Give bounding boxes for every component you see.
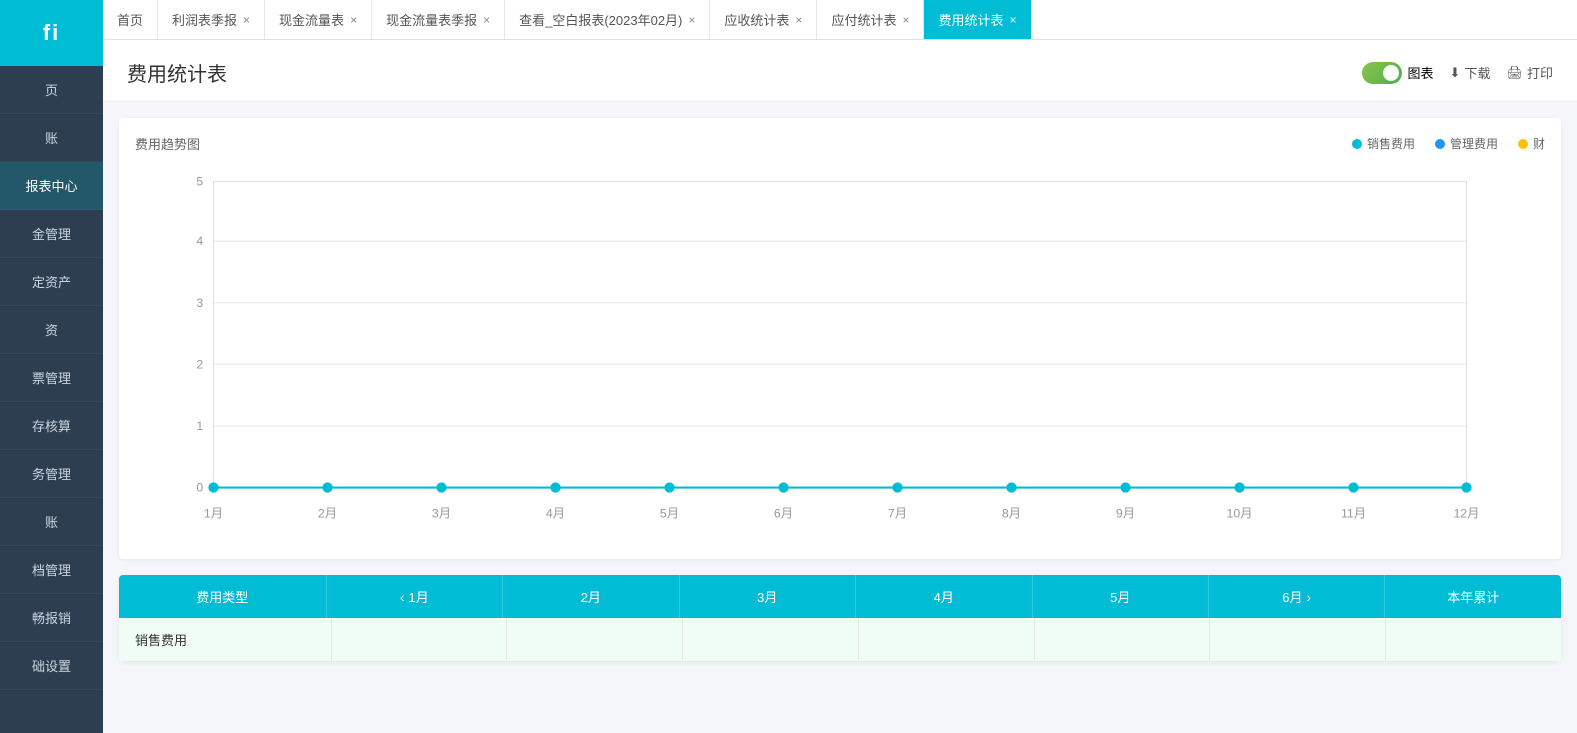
chart-header: 费用趋势图 销售费用 管理费用 财: [135, 134, 1545, 153]
legend-label-finance: 财: [1533, 135, 1545, 152]
svg-text:1: 1: [196, 419, 203, 433]
svg-text:8月: 8月: [1002, 506, 1021, 520]
page-header: 费用统计表 图表 ⬇ 下载 🖨 打印: [103, 40, 1577, 102]
sidebar-item-fixed-assets[interactable]: 定资产: [0, 258, 103, 306]
tab-blank-report[interactable]: 查看_空白报表(2023年02月) ×: [505, 0, 710, 40]
download-button[interactable]: ⬇ 下载: [1450, 63, 1491, 82]
th-m6: 6月 ›: [1209, 575, 1385, 618]
svg-text:11月: 11月: [1341, 506, 1366, 520]
line-chart-svg: 5 4 3 2 1 0: [135, 163, 1545, 543]
page-title: 费用统计表: [127, 58, 227, 87]
page-content: 费用统计表 图表 ⬇ 下载 🖨 打印 费用趋势图: [103, 40, 1577, 733]
svg-text:4: 4: [196, 234, 203, 248]
th-m4: 4月: [856, 575, 1032, 618]
chart-toggle-group[interactable]: 图表: [1362, 62, 1434, 84]
svg-text:10月: 10月: [1227, 506, 1253, 520]
svg-text:1月: 1月: [204, 506, 223, 520]
td-m1: [332, 618, 508, 661]
tab-close-payable[interactable]: ×: [902, 13, 909, 27]
legend-label-sales: 销售费用: [1367, 135, 1415, 152]
td-m3: [683, 618, 859, 661]
sidebar-item-archive[interactable]: 档管理: [0, 546, 103, 594]
chart-toggle-switch[interactable]: [1362, 62, 1402, 84]
svg-text:6月: 6月: [774, 506, 793, 520]
legend-finance: 财: [1518, 135, 1545, 152]
td-m6: [1210, 618, 1386, 661]
tab-cashflow-q[interactable]: 现金流量表季报 ×: [372, 0, 505, 40]
th-m2: 2月: [503, 575, 679, 618]
sidebar-item-invoice[interactable]: 票管理: [0, 354, 103, 402]
chart-toggle-label: 图表: [1408, 63, 1434, 82]
table-row: 销售费用: [119, 618, 1561, 662]
tab-close-profit[interactable]: ×: [243, 13, 250, 27]
tab-home[interactable]: 首页: [103, 0, 158, 40]
svg-text:2月: 2月: [318, 506, 337, 520]
svg-text:0: 0: [196, 481, 203, 495]
tab-receivable[interactable]: 应收统计表 ×: [710, 0, 817, 40]
tab-close-receivable[interactable]: ×: [795, 13, 802, 27]
tab-close-cashflow[interactable]: ×: [350, 13, 357, 27]
tab-expense-stats[interactable]: 费用统计表 ×: [924, 0, 1031, 40]
download-icon: ⬇: [1450, 65, 1461, 81]
sidebar-item-capital[interactable]: 金管理: [0, 210, 103, 258]
table-section: 费用类型 ‹ 1月 2月 3月 4月 5月: [119, 575, 1561, 662]
legend-admin: 管理费用: [1435, 135, 1498, 152]
th-m1: ‹ 1月: [327, 575, 503, 618]
th-ytd: 本年累计: [1385, 575, 1560, 618]
header-actions: 图表 ⬇ 下载 🖨 打印: [1362, 62, 1553, 84]
sidebar-item-home[interactable]: 页: [0, 66, 103, 114]
app-logo: fi: [0, 0, 103, 66]
svg-text:5: 5: [196, 175, 203, 189]
print-button[interactable]: 🖨 打印: [1506, 63, 1553, 82]
tab-profit[interactable]: 利润表季报 ×: [158, 0, 265, 40]
svg-text:2: 2: [196, 357, 203, 371]
sidebar-item-account[interactable]: 账: [0, 114, 103, 162]
svg-text:4月: 4月: [546, 506, 565, 520]
legend-dot-sales: [1352, 139, 1362, 149]
tab-cashflow[interactable]: 现金流量表 ×: [265, 0, 372, 40]
sidebar-item-service[interactable]: 务管理: [0, 450, 103, 498]
sidebar-item-expense[interactable]: 畅报销: [0, 594, 103, 642]
legend-dot-finance: [1518, 139, 1528, 149]
sidebar-item-investment[interactable]: 资: [0, 306, 103, 354]
chart-legend: 销售费用 管理费用 财: [1352, 135, 1545, 152]
tab-close-expense-stats[interactable]: ×: [1009, 13, 1016, 27]
legend-label-admin: 管理费用: [1450, 135, 1498, 152]
svg-text:7月: 7月: [888, 506, 907, 520]
main-area: 首页 利润表季报 × 现金流量表 × 现金流量表季报 × 查看_空白报表(202…: [103, 0, 1577, 733]
td-ytd: [1386, 618, 1561, 661]
tab-bar: 首页 利润表季报 × 现金流量表 × 现金流量表季报 × 查看_空白报表(202…: [103, 0, 1577, 40]
sidebar-item-reports[interactable]: 报表中心: [0, 162, 103, 210]
tab-payable[interactable]: 应付统计表 ×: [817, 0, 924, 40]
th-m3: 3月: [680, 575, 856, 618]
svg-text:3月: 3月: [432, 506, 451, 520]
th-m5: 5月: [1033, 575, 1209, 618]
sidebar: fi 页 账 报表中心 金管理 定资产 资 票管理 存核算 务管理 账 档管理 …: [0, 0, 103, 733]
tab-close-cashflow-q[interactable]: ×: [483, 13, 490, 27]
tab-close-blank-report[interactable]: ×: [688, 13, 695, 27]
svg-text:5月: 5月: [660, 506, 679, 520]
th-type: 费用类型: [119, 575, 327, 618]
legend-dot-admin: [1435, 139, 1445, 149]
td-m2: [507, 618, 683, 661]
legend-sales: 销售费用: [1352, 135, 1415, 152]
chart-container: 5 4 3 2 1 0: [135, 163, 1545, 543]
chart-section: 费用趋势图 销售费用 管理费用 财: [119, 118, 1561, 559]
td-type: 销售费用: [119, 618, 332, 661]
svg-text:12月: 12月: [1453, 506, 1479, 520]
print-icon: 🖨: [1506, 65, 1523, 81]
table-header-row: 费用类型 ‹ 1月 2月 3月 4月 5月: [119, 575, 1561, 618]
chart-title: 费用趋势图: [135, 134, 200, 153]
td-m5: [1035, 618, 1211, 661]
svg-text:9月: 9月: [1116, 506, 1135, 520]
td-m4: [859, 618, 1035, 661]
sidebar-item-ledger[interactable]: 账: [0, 498, 103, 546]
sidebar-item-inventory[interactable]: 存核算: [0, 402, 103, 450]
sidebar-item-settings[interactable]: 础设置: [0, 642, 103, 690]
prev-month-button[interactable]: ‹: [400, 589, 405, 605]
next-month-button[interactable]: ›: [1307, 589, 1312, 605]
svg-text:3: 3: [196, 296, 203, 310]
